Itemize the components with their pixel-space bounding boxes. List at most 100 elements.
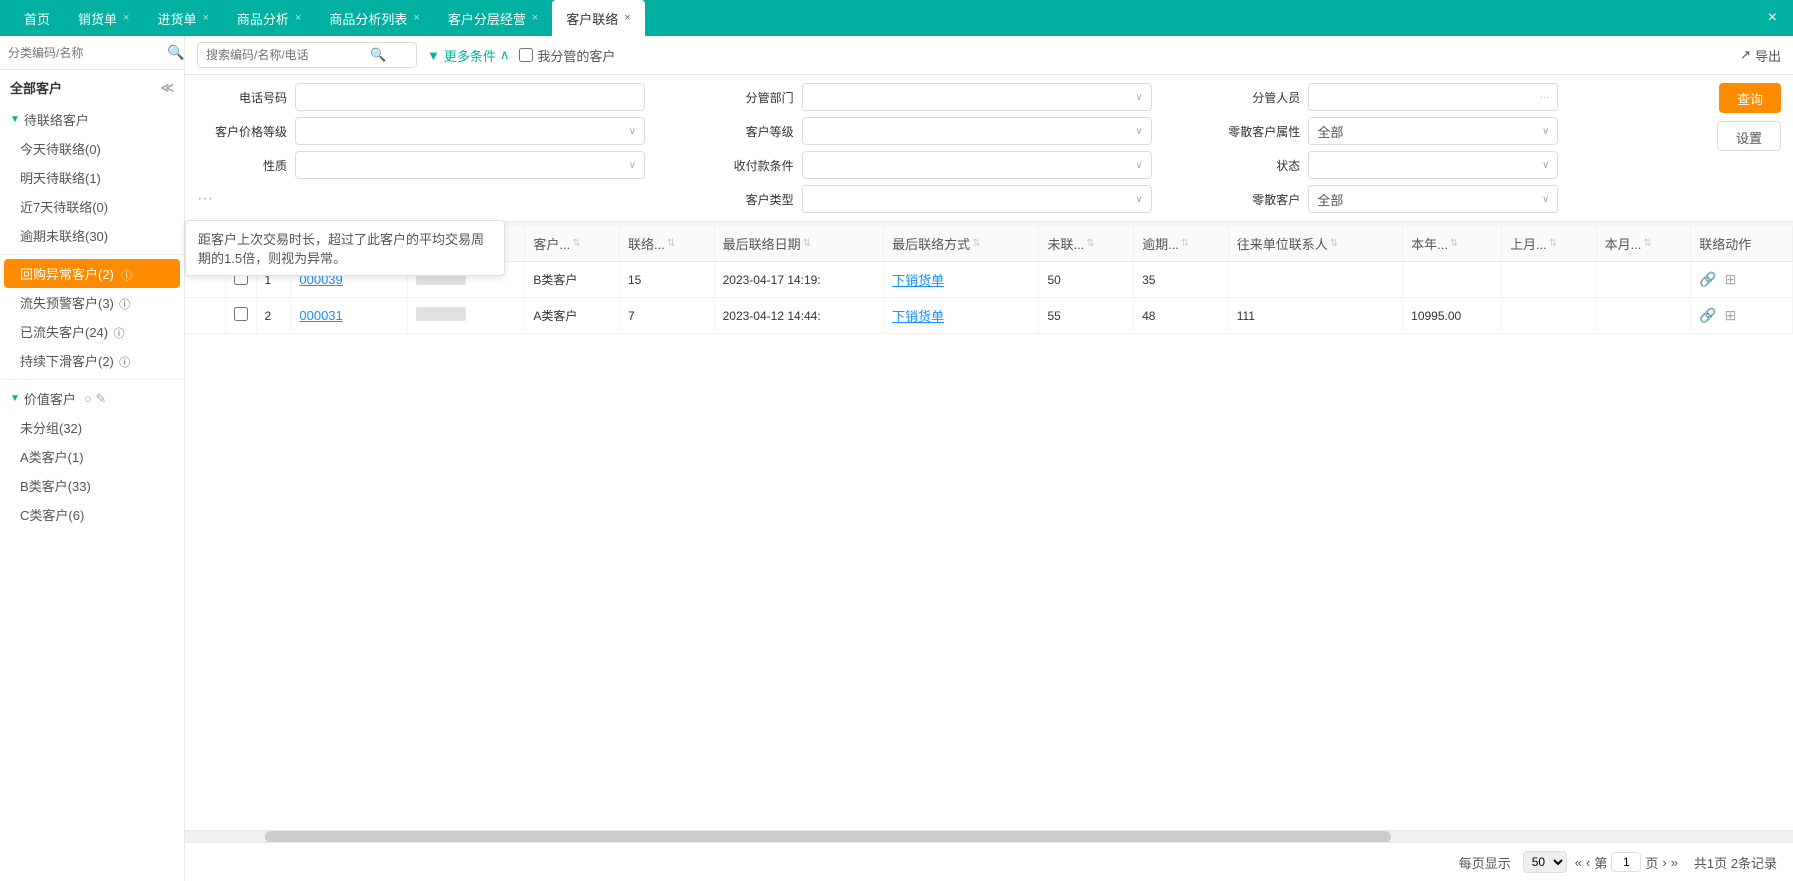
close-customer-tier-icon[interactable]: × xyxy=(532,12,538,24)
row2-last-method[interactable]: 下销货单 xyxy=(884,298,1039,334)
col-last-contact-date[interactable]: 最后联络日期 ⇅ xyxy=(714,226,884,262)
sidebar-item-tomorrow-pending[interactable]: 明天待联络(1) xyxy=(0,163,184,192)
col-customer-type[interactable]: 客户... ⇅ xyxy=(525,226,620,262)
page-number-input[interactable] xyxy=(1611,852,1641,872)
dept-select[interactable]: ∨ xyxy=(802,83,1152,111)
retail-attr-chevron-icon: ∨ xyxy=(1542,126,1549,137)
sidebar-item-declining[interactable]: 持续下滑客户(2) ⓘ xyxy=(0,346,184,375)
status-select[interactable]: ∨ xyxy=(1308,151,1558,179)
col-contact-count[interactable]: 联络... ⇅ xyxy=(619,226,714,262)
sidebar-search-input[interactable] xyxy=(8,46,163,60)
value-group-header[interactable]: ▼ 价值客户 ○ ✎ xyxy=(0,384,184,413)
next-page-button[interactable]: › xyxy=(1662,855,1666,870)
page-size-select[interactable]: 50 xyxy=(1523,851,1567,873)
pending-triangle-icon: ▼ xyxy=(10,114,20,125)
prev-page-button[interactable]: ‹ xyxy=(1586,855,1590,870)
row1-unpaid: 50 xyxy=(1039,262,1134,298)
export-button[interactable]: ↗ 导出 xyxy=(1740,46,1781,65)
close-purchase-order-icon[interactable]: × xyxy=(202,12,208,24)
retail-attr-label: 零散客户属性 xyxy=(1210,123,1300,140)
row1-link-icon[interactable]: 🔗 xyxy=(1699,271,1716,288)
sidebar-item-week-pending[interactable]: 近7天待联络(0) xyxy=(0,192,184,221)
main-search-input[interactable] xyxy=(206,48,366,62)
col-this-month[interactable]: 本月... ⇅ xyxy=(1596,226,1691,262)
retail-attr-select[interactable]: 全部 ∨ xyxy=(1308,117,1558,145)
nav-sales-order[interactable]: 销货单 × xyxy=(64,0,143,36)
sort-icon-unit-contact: ⇅ xyxy=(1330,238,1338,249)
close-customer-contact-icon[interactable]: × xyxy=(624,12,630,24)
row2-year-amount: 10995.00 xyxy=(1403,298,1502,334)
nav-product-analysis[interactable]: 商品分析 × xyxy=(223,0,315,36)
pending-group[interactable]: ▼ 待联络客户 xyxy=(0,105,184,134)
row2-name[interactable] xyxy=(408,298,525,334)
last-page-button[interactable]: » xyxy=(1671,855,1678,870)
export-icon: ↗ xyxy=(1740,47,1751,63)
col-last-contact-method[interactable]: 最后联络方式 ⇅ xyxy=(884,226,1039,262)
sidebar-item-repurchase-anomaly[interactable]: 回购异常客户(2) ⓘ xyxy=(4,259,180,288)
col-unit-contact[interactable]: 往来单位联系人 ⇅ xyxy=(1228,226,1402,262)
more-icon[interactable]: ··· xyxy=(197,190,213,208)
customer-level-select[interactable]: ∨ xyxy=(802,117,1152,145)
horizontal-scrollbar[interactable] xyxy=(185,830,1793,842)
nav-purchase-order[interactable]: 进货单 × xyxy=(143,0,222,36)
retail-customer-select[interactable]: 全部 ∨ xyxy=(1308,185,1558,213)
row2-this-month xyxy=(1596,298,1691,334)
row2-gear xyxy=(185,298,225,334)
sort-icon-last-month: ⇅ xyxy=(1549,238,1557,249)
row2-actions: 🔗 ⊞ xyxy=(1691,298,1793,334)
row1-grid-icon[interactable]: ⊞ xyxy=(1725,271,1737,288)
filter-person: 分管人员 ··· xyxy=(1210,83,1709,111)
sidebar-item-class-b[interactable]: B类客户(33) xyxy=(0,471,184,500)
nav-home[interactable]: 首页 xyxy=(10,0,64,36)
page-navigation: « ‹ 第 页 › » xyxy=(1575,852,1678,872)
nav-customer-tier[interactable]: 客户分层经营 × xyxy=(434,0,552,36)
nav-product-analysis-list[interactable]: 商品分析列表 × xyxy=(315,0,433,36)
row2-grid-icon[interactable]: ⊞ xyxy=(1725,307,1737,324)
col-year-amount[interactable]: 本年... ⇅ xyxy=(1403,226,1502,262)
person-select[interactable]: ··· xyxy=(1308,83,1558,111)
sidebar-item-overdue-pending[interactable]: 逾期未联络(30) xyxy=(0,221,184,250)
my-customers-checkbox[interactable] xyxy=(519,48,533,62)
sidebar-item-class-c[interactable]: C类客户(6) xyxy=(0,500,184,529)
row2-select-checkbox[interactable] xyxy=(234,307,248,321)
phone-input[interactable] xyxy=(295,83,645,111)
col-last-month[interactable]: 上月... ⇅ xyxy=(1501,226,1596,262)
sidebar-item-churned[interactable]: 已流失客户(24) ⓘ xyxy=(0,317,184,346)
all-customers-header[interactable]: 全部客户 ≪ xyxy=(0,70,184,105)
col-unpaid[interactable]: 未联... ⇅ xyxy=(1039,226,1134,262)
main-search-icon[interactable]: 🔍 xyxy=(370,47,386,63)
advanced-filter-panel: 电话号码 分管部门 ∨ 分管人员 xyxy=(185,75,1793,222)
customer-level-label: 客户等级 xyxy=(704,123,794,140)
nav-customer-contact[interactable]: 客户联络 × xyxy=(552,0,644,36)
payment-label: 收付款条件 xyxy=(704,157,794,174)
sidebar-item-class-a[interactable]: A类客户(1) xyxy=(0,442,184,471)
customer-type-label: 客户类型 xyxy=(704,191,794,208)
window-close-button[interactable]: × xyxy=(1768,9,1777,27)
filter-bar: 🔍 ▼ 更多条件 ∧ 我分管的客户 ↗ 导出 xyxy=(185,36,1793,75)
close-product-analysis-icon[interactable]: × xyxy=(295,12,301,24)
close-sales-order-icon[interactable]: × xyxy=(123,12,129,24)
col-overdue[interactable]: 逾期... ⇅ xyxy=(1134,226,1229,262)
more-conditions-button[interactable]: ▼ 更多条件 ∧ xyxy=(427,46,509,65)
row2-code[interactable]: 000031 xyxy=(291,298,408,334)
sidebar-item-today-pending[interactable]: 今天待联络(0) xyxy=(0,134,184,163)
price-level-select[interactable]: ∨ xyxy=(295,117,645,145)
row2-link-icon[interactable]: 🔗 xyxy=(1699,307,1716,324)
payment-select[interactable]: ∨ xyxy=(802,151,1152,179)
collapse-icon[interactable]: ≪ xyxy=(160,80,174,96)
first-page-button[interactable]: « xyxy=(1575,855,1582,870)
settings-button[interactable]: 设置 xyxy=(1717,121,1781,151)
dept-chevron-icon: ∨ xyxy=(1135,92,1142,103)
nature-select[interactable]: ∨ xyxy=(295,151,645,179)
sidebar-item-ungrouped[interactable]: 未分组(32) xyxy=(0,413,184,442)
query-button[interactable]: 查询 xyxy=(1719,83,1781,113)
sidebar-item-churn-warning[interactable]: 流失预警客户(3) ⓘ xyxy=(0,288,184,317)
close-product-analysis-list-icon[interactable]: × xyxy=(413,12,419,24)
row1-unit-contact xyxy=(1228,262,1402,298)
left-sidebar: 🔍 全部客户 ≪ ▼ 待联络客户 今天待联络(0) 明天待联络(1) 近7天待联… xyxy=(0,36,185,881)
filter-icon: ▼ xyxy=(427,48,440,63)
row1-last-method[interactable]: 下销货单 xyxy=(884,262,1039,298)
customer-level-chevron-icon: ∨ xyxy=(1135,126,1142,137)
customer-type-select[interactable]: ∨ xyxy=(802,185,1152,213)
chevron-up-icon: ∧ xyxy=(500,47,510,63)
